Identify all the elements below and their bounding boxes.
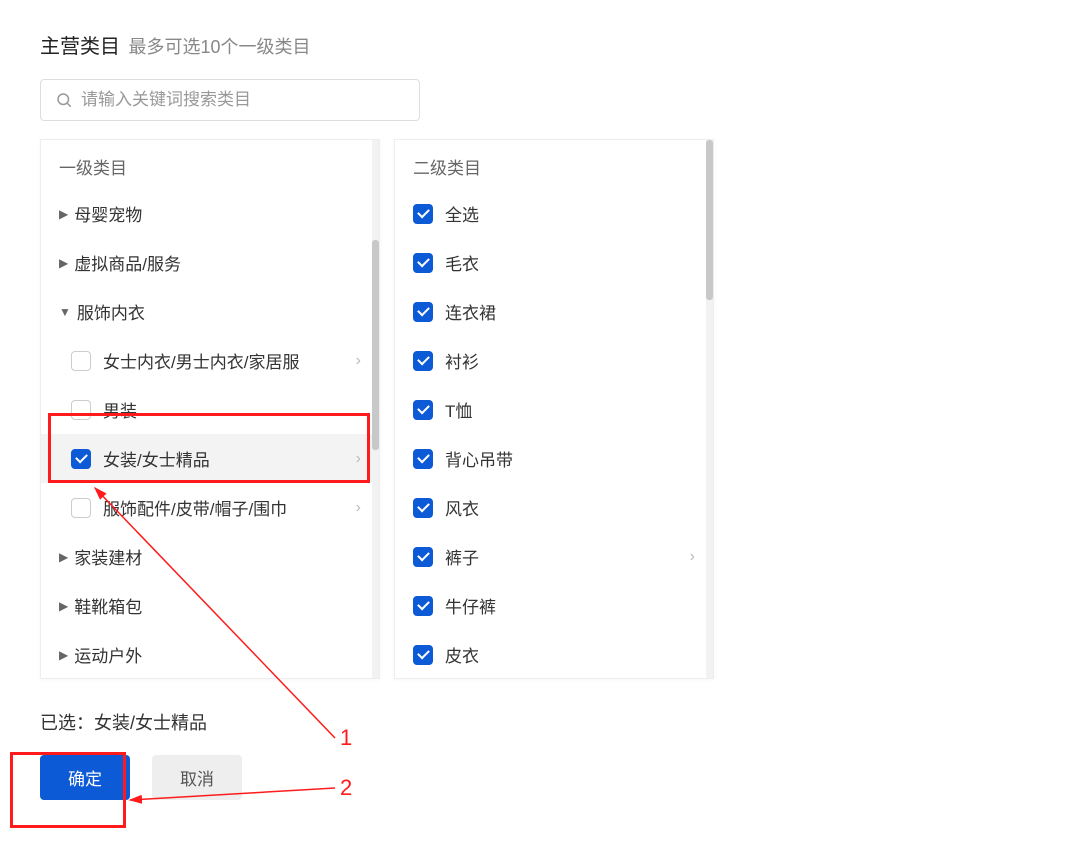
page-subtitle: 最多可选10个一级类目	[128, 37, 310, 57]
checkbox-checked[interactable]	[413, 596, 433, 616]
list-item[interactable]: 裤子 ›	[395, 532, 713, 581]
item-label: 牛仔裤	[445, 593, 496, 618]
category-item[interactable]: ▶ 运动户外	[41, 630, 379, 678]
item-label: 风衣	[445, 495, 479, 520]
checkbox-checked[interactable]	[413, 253, 433, 273]
list-item[interactable]: 牛仔裤	[395, 581, 713, 630]
category-label: 服饰内衣	[77, 299, 145, 324]
scrollbar[interactable]	[372, 140, 379, 678]
primary-category-panel: 一级类目 ▶ 母婴宠物 ▶ 虚拟商品/服务 ▼ 服饰内衣 女士内衣/男士内衣/家…	[40, 139, 380, 679]
category-item[interactable]: ▶ 家装建材	[41, 532, 379, 581]
search-icon	[55, 91, 73, 109]
list-item[interactable]: 毛衣	[395, 238, 713, 287]
chevron-right-icon: ▶	[59, 599, 68, 613]
selected-bar: 已选：女装/女士精品	[40, 709, 1030, 735]
list-item[interactable]: T恤	[395, 385, 713, 434]
secondary-category-list[interactable]: 全选 毛衣 连衣裙 衬衫 T恤 背心吊带 风衣 裤子 › 牛仔裤 皮衣	[395, 189, 713, 678]
category-label: 母婴宠物	[74, 201, 142, 226]
subcategory-item[interactable]: 女士内衣/男士内衣/家居服 ›	[41, 336, 379, 385]
category-item[interactable]: ▶ 鞋靴箱包	[41, 581, 379, 630]
subcategory-item[interactable]: 男装	[41, 385, 379, 434]
chevron-right-icon: ▶	[59, 550, 68, 564]
item-label: 毛衣	[445, 250, 479, 275]
item-label: 裤子	[445, 544, 479, 569]
checkbox-checked[interactable]	[413, 449, 433, 469]
category-item[interactable]: ▶ 虚拟商品/服务	[41, 238, 379, 287]
subcategory-label: 男装	[103, 397, 137, 422]
annotation-label: 1	[340, 725, 352, 751]
subcategory-label: 女装/女士精品	[103, 446, 210, 471]
confirm-button[interactable]: 确定	[40, 755, 130, 800]
chevron-right-icon: ›	[356, 450, 361, 468]
search-box[interactable]	[40, 79, 420, 121]
subcategory-label: 服饰配件/皮带/帽子/围巾	[103, 495, 287, 520]
item-label: 衬衫	[445, 348, 479, 373]
category-selector: 主营类目 最多可选10个一级类目 一级类目 ▶ 母婴宠物 ▶ 虚拟商品/服务	[40, 30, 1030, 800]
checkbox-unchecked[interactable]	[71, 400, 91, 420]
search-input[interactable]	[81, 90, 405, 110]
checkbox-checked[interactable]	[413, 302, 433, 322]
chevron-right-icon: ▶	[59, 648, 68, 662]
category-panels: 一级类目 ▶ 母婴宠物 ▶ 虚拟商品/服务 ▼ 服饰内衣 女士内衣/男士内衣/家…	[40, 139, 1030, 679]
category-label: 鞋靴箱包	[74, 593, 142, 618]
primary-category-header: 一级类目	[41, 140, 379, 189]
checkbox-unchecked[interactable]	[71, 351, 91, 371]
list-item[interactable]: 皮衣	[395, 630, 713, 678]
checkbox-checked[interactable]	[413, 400, 433, 420]
chevron-down-icon: ▼	[59, 305, 71, 319]
button-row: 确定 取消	[40, 755, 1030, 800]
cancel-button[interactable]: 取消	[152, 755, 242, 800]
checkbox-unchecked[interactable]	[71, 498, 91, 518]
category-item-expanded[interactable]: ▼ 服饰内衣	[41, 287, 379, 336]
item-label: 背心吊带	[445, 446, 513, 471]
item-label: 全选	[445, 201, 479, 226]
item-label: T恤	[445, 397, 472, 422]
selected-prefix: 已选：	[40, 713, 94, 733]
category-item[interactable]: ▶ 母婴宠物	[41, 189, 379, 238]
selected-value: 女装/女士精品	[94, 713, 207, 733]
list-item[interactable]: 背心吊带	[395, 434, 713, 483]
list-item[interactable]: 全选	[395, 189, 713, 238]
subcategory-label: 女士内衣/男士内衣/家居服	[103, 348, 299, 373]
list-item[interactable]: 风衣	[395, 483, 713, 532]
list-item[interactable]: 连衣裙	[395, 287, 713, 336]
secondary-category-header: 二级类目	[395, 140, 713, 189]
chevron-right-icon: ▶	[59, 256, 68, 270]
chevron-right-icon: ▶	[59, 207, 68, 221]
list-item[interactable]: 衬衫	[395, 336, 713, 385]
chevron-right-icon: ›	[356, 352, 361, 370]
checkbox-checked[interactable]	[413, 498, 433, 518]
chevron-right-icon: ›	[356, 499, 361, 517]
secondary-category-panel: 二级类目 全选 毛衣 连衣裙 衬衫 T恤 背心吊带 风衣 裤子 › 牛仔裤 皮衣	[394, 139, 714, 679]
category-label: 运动户外	[74, 642, 142, 667]
checkbox-checked[interactable]	[413, 547, 433, 567]
scrollbar[interactable]	[706, 140, 713, 678]
checkbox-checked[interactable]	[413, 204, 433, 224]
item-label: 连衣裙	[445, 299, 496, 324]
primary-category-list[interactable]: ▶ 母婴宠物 ▶ 虚拟商品/服务 ▼ 服饰内衣 女士内衣/男士内衣/家居服 ›	[41, 189, 379, 678]
checkbox-checked[interactable]	[413, 351, 433, 371]
page-title: 主营类目	[40, 36, 120, 58]
header: 主营类目 最多可选10个一级类目	[40, 30, 1030, 59]
item-label: 皮衣	[445, 642, 479, 667]
subcategory-item-active[interactable]: 女装/女士精品 ›	[41, 434, 379, 483]
checkbox-checked[interactable]	[413, 645, 433, 665]
checkbox-checked[interactable]	[71, 449, 91, 469]
category-label: 家装建材	[74, 544, 142, 569]
subcategory-item[interactable]: 服饰配件/皮带/帽子/围巾 ›	[41, 483, 379, 532]
chevron-right-icon: ›	[690, 548, 695, 566]
category-label: 虚拟商品/服务	[74, 250, 181, 275]
scrollbar-thumb[interactable]	[372, 240, 379, 450]
scrollbar-thumb[interactable]	[706, 140, 713, 300]
annotation-label: 2	[340, 775, 352, 801]
